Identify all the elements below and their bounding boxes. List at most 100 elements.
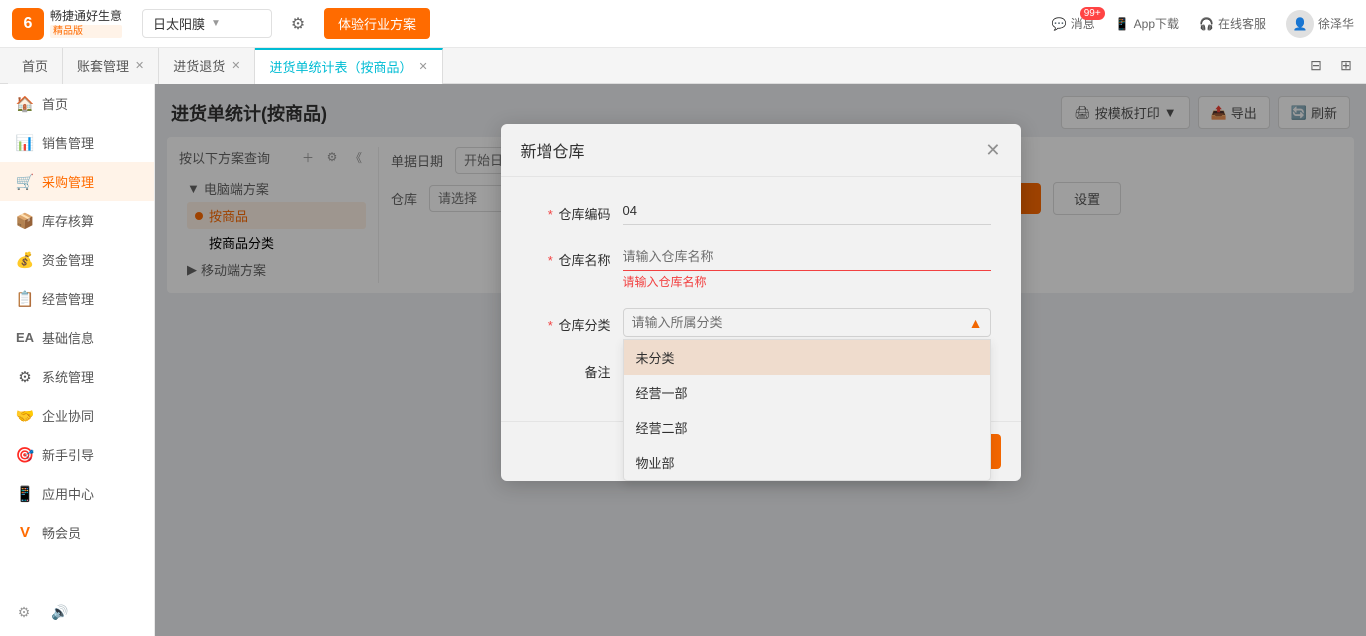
sidebar-item-system[interactable]: ⚙ 系统管理 <box>0 357 154 396</box>
code-required-mark: * <box>548 207 553 222</box>
sidebar-item-home[interactable]: 🏠 首页 <box>0 84 154 123</box>
category-input-wrap: ▲ <box>623 308 991 337</box>
sidebar-item-operations[interactable]: 📋 经营管理 <box>0 279 154 318</box>
apps-icon: 📱 <box>16 485 34 503</box>
tab-stats-close[interactable]: ✕ <box>419 60 428 73</box>
settings-icon[interactable]: ⚙ <box>282 8 314 40</box>
sidebar-label-guide: 新手引导 <box>42 445 94 464</box>
code-label: * 仓库编码 <box>531 197 611 223</box>
sidebar-label-system: 系统管理 <box>42 367 94 386</box>
warehouse-code-input[interactable] <box>623 197 991 225</box>
inventory-icon: 📦 <box>16 212 34 230</box>
dropdown-item-ops1[interactable]: 经营一部 <box>624 375 990 410</box>
sidebar-item-enterprise[interactable]: 🤝 企业协同 <box>0 396 154 435</box>
tab-home-label: 首页 <box>22 56 48 75</box>
modal-body: * 仓库编码 * 仓库名称 <box>501 177 1021 421</box>
system-icon: ⚙ <box>16 368 34 386</box>
tab-account[interactable]: 账套管理 ✕ <box>63 48 159 84</box>
sidebar-label-enterprise: 企业协同 <box>42 406 94 425</box>
code-label-text: 仓库编码 <box>558 207 610 222</box>
vip-icon: V <box>16 524 34 542</box>
sidebar-item-apps[interactable]: 📱 应用中心 <box>0 474 154 513</box>
sidebar-item-finance[interactable]: 💰 资金管理 <box>0 240 154 279</box>
sidebar-bottom: ⚙ 🔊 <box>0 588 154 636</box>
top-nav: 6 畅捷通好生意 精品版 日太阳膜 ▼ ⚙ 体验行业方案 💬 消息 99+ 📱 … <box>0 0 1366 48</box>
sidebar-item-guide[interactable]: 🎯 新手引导 <box>0 435 154 474</box>
sidebar-item-purchase[interactable]: 🛒 采购管理 <box>0 162 154 201</box>
tab-prev-icon[interactable]: ⊟ <box>1304 54 1328 78</box>
tab-account-close[interactable]: ✕ <box>135 59 144 72</box>
tab-stats-label: 进货单统计表（按商品） <box>269 57 412 76</box>
sidebar-item-sales[interactable]: 📊 销售管理 <box>0 123 154 162</box>
message-badge: 99+ <box>1080 7 1105 20</box>
code-form-row: * 仓库编码 <box>531 197 991 225</box>
main-layout: 🏠 首页 📊 销售管理 🛒 采购管理 📦 库存核算 💰 资金管理 📋 经营管理 … <box>0 84 1366 636</box>
store-selector[interactable]: 日太阳膜 ▼ <box>142 9 272 38</box>
note-label: 备注 <box>531 355 611 381</box>
code-control <box>623 197 991 225</box>
online-service-item[interactable]: 🎧 在线客服 <box>1199 15 1266 32</box>
dropdown-item-ops2[interactable]: 经营二部 <box>624 410 990 445</box>
category-control: ▲ 未分类 经营一部 经营二部 物业部 <box>623 308 991 337</box>
dropdown-item-unclassified[interactable]: 未分类 <box>624 340 990 375</box>
headset-icon: 🎧 <box>1199 17 1214 31</box>
guide-icon: 🎯 <box>16 446 34 464</box>
sidebar-label-finance: 资金管理 <box>42 250 94 269</box>
sidebar-label-vip: 畅会员 <box>42 523 81 542</box>
tab-bar-controls: ⊟ ⊞ <box>1304 54 1358 78</box>
tab-purchase-return[interactable]: 进货退货 ✕ <box>159 48 255 84</box>
sidebar-label-home: 首页 <box>42 94 68 113</box>
store-name: 日太阳膜 <box>153 14 205 33</box>
tab-menu-icon[interactable]: ⊞ <box>1334 54 1358 78</box>
tab-stats[interactable]: 进货单统计表（按商品） ✕ <box>255 48 442 84</box>
category-input[interactable] <box>623 308 991 337</box>
category-label: * 仓库分类 <box>531 308 611 334</box>
app-icon: 📱 <box>1115 17 1130 31</box>
name-label-text: 仓库名称 <box>558 253 610 268</box>
sidebar-label-basic-info: 基础信息 <box>42 328 94 347</box>
nav-right: 💬 消息 99+ 📱 App下载 🎧 在线客服 👤 徐泽华 <box>1052 10 1354 38</box>
sidebar-settings-btn[interactable]: ⚙ <box>10 598 38 626</box>
user-name: 徐泽华 <box>1318 15 1354 32</box>
add-warehouse-modal: 新增仓库 ✕ * 仓库编码 <box>501 124 1021 481</box>
online-service-label: 在线客服 <box>1218 15 1266 32</box>
sidebar-label-operations: 经营管理 <box>42 289 94 308</box>
modal-overlay: 新增仓库 ✕ * 仓库编码 <box>155 84 1366 636</box>
modal-close-button[interactable]: ✕ <box>985 141 1000 159</box>
sidebar-item-vip[interactable]: V 畅会员 <box>0 513 154 552</box>
sidebar-label-purchase: 采购管理 <box>42 172 94 191</box>
category-toggle-icon[interactable]: ▲ <box>969 315 983 331</box>
page-content: 进货单统计(按商品) 🖨 按模板打印 ▼ 📤 导出 🔄 刷新 <box>155 84 1366 636</box>
modal-title: 新增仓库 <box>521 138 585 162</box>
tab-home[interactable]: 首页 <box>8 48 63 84</box>
category-dropdown: 未分类 经营一部 经营二部 物业部 <box>623 339 991 481</box>
tab-return-label: 进货退货 <box>173 56 225 75</box>
sales-icon: 📊 <box>16 134 34 152</box>
category-form-row: * 仓库分类 ▲ 未分类 经营一部 经 <box>531 308 991 337</box>
category-required-mark: * <box>548 318 553 333</box>
logo: 6 畅捷通好生意 精品版 <box>12 4 132 44</box>
basic-info-icon: EA <box>16 329 34 347</box>
name-required-mark: * <box>548 253 553 268</box>
modal-header: 新增仓库 ✕ <box>501 124 1021 177</box>
trial-button[interactable]: 体验行业方案 <box>324 8 430 39</box>
app-download-item[interactable]: 📱 App下载 <box>1115 15 1179 32</box>
user-info[interactable]: 👤 徐泽华 <box>1286 10 1354 38</box>
store-dropdown-arrow: ▼ <box>211 18 221 29</box>
name-form-row: * 仓库名称 请输入仓库名称 <box>531 243 991 290</box>
sidebar-audio-btn[interactable]: 🔊 <box>46 598 74 626</box>
finance-icon: 💰 <box>16 251 34 269</box>
logo-text: 畅捷通好生意 精品版 <box>50 9 122 38</box>
operations-icon: 📋 <box>16 290 34 308</box>
purchase-icon: 🛒 <box>16 173 34 191</box>
logo-icon: 6 <box>12 8 44 40</box>
message-nav-item[interactable]: 💬 消息 99+ <box>1052 15 1095 32</box>
sidebar-item-basic-info[interactable]: EA 基础信息 <box>0 318 154 357</box>
tab-return-close[interactable]: ✕ <box>231 59 240 72</box>
dropdown-item-ops3[interactable]: 物业部 <box>624 445 990 480</box>
sidebar-item-inventory[interactable]: 📦 库存核算 <box>0 201 154 240</box>
name-error-message: 请输入仓库名称 <box>623 273 991 290</box>
sidebar-label-sales: 销售管理 <box>42 133 94 152</box>
warehouse-name-input[interactable] <box>623 243 991 271</box>
category-label-text: 仓库分类 <box>558 318 610 333</box>
